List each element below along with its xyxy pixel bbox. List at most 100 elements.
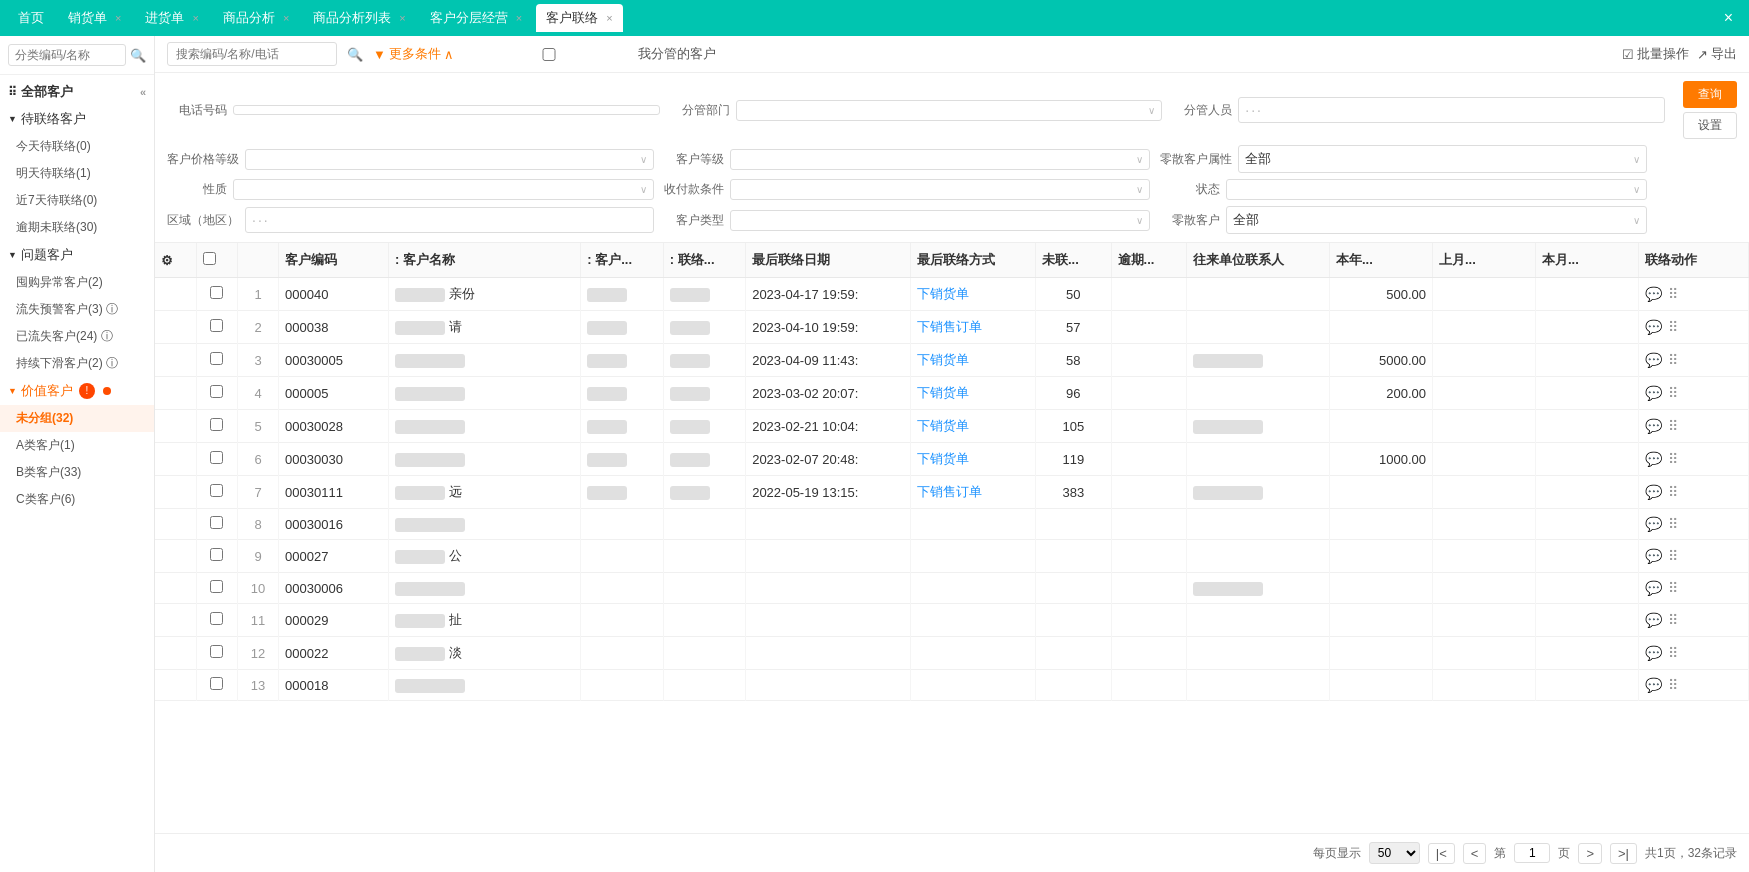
th-overdue[interactable]: 逾期... (1111, 243, 1187, 278)
sidebar-search-icon[interactable]: 🔍 (130, 48, 146, 63)
query-button[interactable]: 查询 (1683, 81, 1737, 108)
td-name-1[interactable]: 请 (389, 311, 581, 344)
collapse-button[interactable]: « (140, 86, 146, 98)
row-checkbox-11[interactable] (210, 645, 223, 658)
tab-sales[interactable]: 销货单 × (58, 4, 131, 32)
chat-icon-6[interactable]: 💬 (1645, 484, 1662, 500)
td-last-method-8[interactable] (911, 540, 1036, 573)
chat-icon-1[interactable]: 💬 (1645, 319, 1662, 335)
sidebar-item-abnormal[interactable]: 囤购异常客户(2) (0, 269, 154, 296)
tab-customer-contact[interactable]: 客户联络 × (536, 4, 622, 32)
td-last-method-2[interactable]: 下销货单 (911, 344, 1036, 377)
chat-icon-5[interactable]: 💬 (1645, 451, 1662, 467)
sidebar-item-overdue-pending[interactable]: 逾期未联络(30) (0, 214, 154, 241)
my-customers-filter[interactable]: 我分管的客户 (464, 45, 716, 63)
more-icon-8[interactable]: ⠿ (1668, 548, 1678, 564)
sidebar-item-churned[interactable]: 已流失客户(24) ⓘ (0, 323, 154, 350)
retail-attr-dropdown[interactable]: 全部∨ (1238, 145, 1647, 173)
td-last-method-7[interactable] (911, 509, 1036, 540)
row-checkbox-9[interactable] (210, 580, 223, 593)
tab-product-analysis-list[interactable]: 商品分析列表 × (303, 4, 415, 32)
sidebar-search-input[interactable] (8, 44, 126, 66)
more-icon-7[interactable]: ⠿ (1668, 516, 1678, 532)
td-last-method-10[interactable] (911, 604, 1036, 637)
th-this-month[interactable]: 本月... (1535, 243, 1638, 278)
row-checkbox-2[interactable] (210, 352, 223, 365)
td-name-3[interactable] (389, 377, 581, 410)
chat-icon-12[interactable]: 💬 (1645, 677, 1662, 693)
close-customer-contact-tab[interactable]: × (606, 12, 612, 24)
contact-method-link-4[interactable]: 下销货单 (917, 418, 969, 433)
chat-icon-9[interactable]: 💬 (1645, 580, 1662, 596)
phone-input[interactable] (233, 105, 660, 115)
row-checkbox-7[interactable] (210, 516, 223, 529)
row-checkbox-3[interactable] (210, 385, 223, 398)
person-input[interactable]: ··· (1238, 97, 1665, 123)
prev-page-btn[interactable]: < (1463, 843, 1487, 864)
td-name-8[interactable]: 公 (389, 540, 581, 573)
contact-method-link-1[interactable]: 下销售订单 (917, 319, 982, 334)
sidebar-item-c-class[interactable]: C类客户(6) (0, 486, 154, 513)
td-checkbox-9[interactable] (196, 573, 237, 604)
td-last-method-11[interactable] (911, 637, 1036, 670)
td-checkbox-1[interactable] (196, 311, 237, 344)
sidebar-item-b-class[interactable]: B类客户(33) (0, 459, 154, 486)
more-icon-3[interactable]: ⠿ (1668, 385, 1678, 401)
chat-icon-11[interactable]: 💬 (1645, 645, 1662, 661)
contact-method-link-2[interactable]: 下销货单 (917, 352, 969, 367)
sidebar-group-problem[interactable]: ▼ 问题客户 (0, 241, 154, 269)
sidebar-item-7day-pending[interactable]: 近7天待联络(0) (0, 187, 154, 214)
td-name-7[interactable] (389, 509, 581, 540)
td-checkbox-3[interactable] (196, 377, 237, 410)
sidebar-item-tomorrow-pending[interactable]: 明天待联络(1) (0, 160, 154, 187)
contact-method-link-0[interactable]: 下销货单 (917, 286, 969, 301)
tab-home[interactable]: 首页 (8, 4, 54, 32)
th-checkbox[interactable] (196, 243, 237, 278)
close-purchase-tab[interactable]: × (192, 12, 198, 24)
td-name-12[interactable] (389, 670, 581, 701)
more-icon-0[interactable]: ⠿ (1668, 286, 1678, 302)
more-icon-12[interactable]: ⠿ (1668, 677, 1678, 693)
close-customer-layer-tab[interactable]: × (516, 12, 522, 24)
td-last-method-6[interactable]: 下销售订单 (911, 476, 1036, 509)
cust-type-dropdown[interactable]: ∨ (730, 210, 1151, 231)
td-last-method-1[interactable]: 下销售订单 (911, 311, 1036, 344)
tab-customer-layer[interactable]: 客户分层经营 × (420, 4, 532, 32)
th-contact[interactable]: : 联络... (663, 243, 745, 278)
td-name-5[interactable] (389, 443, 581, 476)
tab-purchase[interactable]: 进货单 × (135, 4, 208, 32)
all-customers-header[interactable]: ⠿ 全部客户 « (0, 75, 154, 105)
td-checkbox-12[interactable] (196, 670, 237, 701)
td-last-method-0[interactable]: 下销货单 (911, 278, 1036, 311)
th-this-year[interactable]: 本年... (1329, 243, 1432, 278)
more-icon-1[interactable]: ⠿ (1668, 319, 1678, 335)
filter-search-icon[interactable]: 🔍 (347, 47, 363, 62)
more-conditions-btn[interactable]: ▼ 更多条件 ∧ (373, 45, 454, 63)
td-checkbox-7[interactable] (196, 509, 237, 540)
more-icon-11[interactable]: ⠿ (1668, 645, 1678, 661)
td-name-11[interactable]: 淡 (389, 637, 581, 670)
td-name-2[interactable] (389, 344, 581, 377)
th-settings[interactable]: ⚙ (155, 243, 196, 278)
last-page-btn[interactable]: >| (1610, 843, 1637, 864)
th-last-contact-method[interactable]: 最后联络方式 (911, 243, 1036, 278)
status-dropdown[interactable]: ∨ (1226, 179, 1647, 200)
row-checkbox-4[interactable] (210, 418, 223, 431)
contact-method-link-3[interactable]: 下销货单 (917, 385, 969, 400)
row-checkbox-8[interactable] (210, 548, 223, 561)
td-checkbox-0[interactable] (196, 278, 237, 311)
contact-method-link-5[interactable]: 下销货单 (917, 451, 969, 466)
contact-method-link-6[interactable]: 下销售订单 (917, 484, 982, 499)
chat-icon-4[interactable]: 💬 (1645, 418, 1662, 434)
td-name-10[interactable]: 扯 (389, 604, 581, 637)
td-last-method-9[interactable] (911, 573, 1036, 604)
th-customer-name[interactable]: : 客户名称 (389, 243, 581, 278)
td-name-9[interactable] (389, 573, 581, 604)
th-last-month[interactable]: 上月... (1432, 243, 1535, 278)
retail-dropdown[interactable]: 全部∨ (1226, 206, 1647, 234)
row-checkbox-1[interactable] (210, 319, 223, 332)
row-checkbox-12[interactable] (210, 677, 223, 690)
chat-icon-10[interactable]: 💬 (1645, 612, 1662, 628)
close-sales-tab[interactable]: × (115, 12, 121, 24)
td-last-method-4[interactable]: 下销货单 (911, 410, 1036, 443)
